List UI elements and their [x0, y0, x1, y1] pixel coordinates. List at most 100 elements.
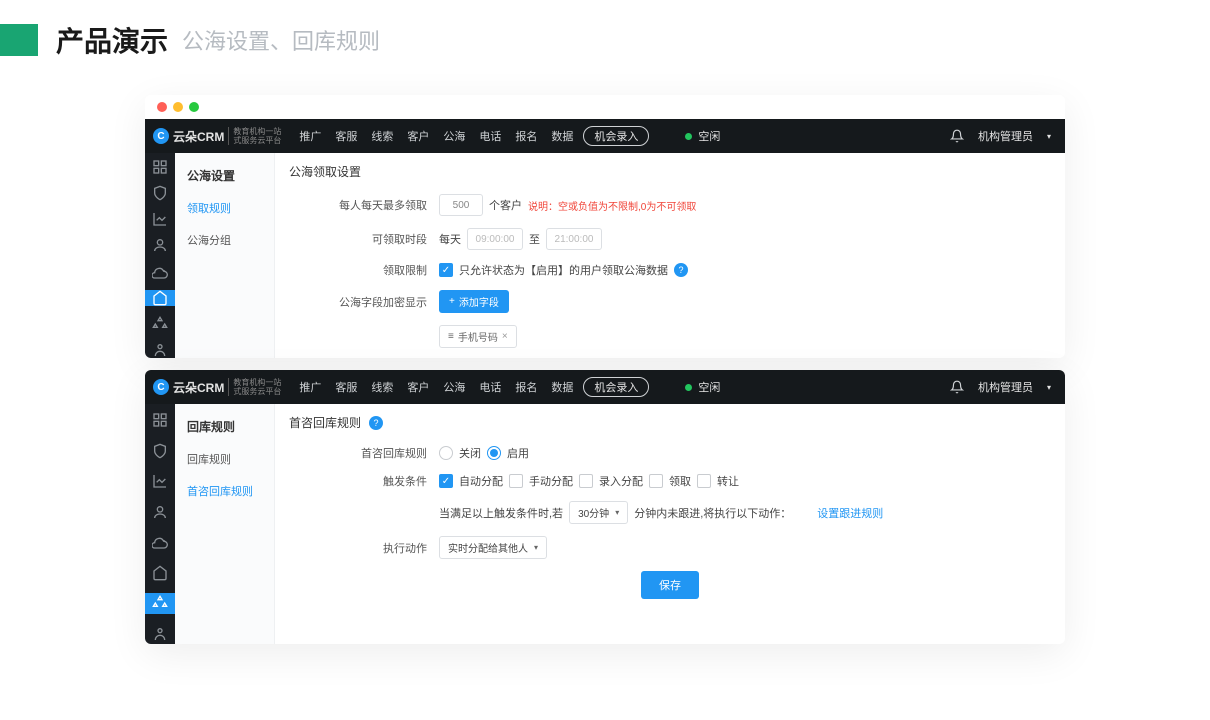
status-dot-icon	[685, 133, 692, 140]
rail2-shield-icon[interactable]	[152, 443, 168, 459]
bell-icon[interactable]	[950, 129, 964, 143]
rail-recycle-icon[interactable]	[152, 316, 168, 332]
link-set-rule[interactable]: 设置跟进规则	[817, 505, 883, 521]
icon-rail-2	[145, 404, 175, 644]
chip-phone: ≡手机号码 ×	[439, 325, 517, 348]
chip-remove-icon[interactable]: ×	[502, 331, 508, 342]
content-title: 公海领取设置	[289, 163, 1051, 180]
user-label[interactable]: 机构管理员	[978, 128, 1033, 144]
checkbox-limit[interactable]: ✓	[439, 263, 453, 277]
side-menu: 公海设置 领取规则 公海分组	[175, 153, 275, 358]
rail-user-icon[interactable]	[152, 237, 168, 253]
nav-item-promo[interactable]: 推广	[299, 128, 321, 144]
select-minutes[interactable]: 30分钟▾	[569, 501, 628, 524]
rail-grid-icon[interactable]	[152, 159, 168, 175]
nav-right: 机构管理员 ▾	[950, 128, 1065, 144]
brand-logo-icon: C	[153, 128, 169, 144]
nav-item-gonghai[interactable]: 公海	[443, 128, 465, 144]
user-label-2[interactable]: 机构管理员	[978, 379, 1033, 395]
label-limit: 领取限制	[289, 262, 439, 278]
chk-manual[interactable]	[509, 474, 523, 488]
minimize-dot[interactable]	[173, 102, 183, 112]
side-item-shouzi[interactable]: 首咨回库规则	[175, 475, 274, 507]
add-field-button[interactable]: +添加字段	[439, 290, 509, 313]
nav-item-phone[interactable]: 电话	[479, 128, 501, 144]
rail-home-icon[interactable]	[152, 290, 168, 306]
select-action[interactable]: 实时分配给其他人▾	[439, 536, 547, 559]
rail-cloud-icon[interactable]	[152, 264, 168, 280]
chk-auto[interactable]: ✓	[439, 474, 453, 488]
chevron-down-icon[interactable]: ▾	[1047, 132, 1051, 141]
radio-off[interactable]	[439, 446, 453, 460]
nav2-item-leads[interactable]: 线索	[371, 379, 393, 395]
side-item-fenzu[interactable]: 公海分组	[175, 224, 274, 256]
page-header: 产品演示 公海设置、回库规则	[0, 0, 1210, 80]
rail-person-icon[interactable]	[152, 342, 168, 358]
nav2-action-button[interactable]: 机会录入	[583, 377, 649, 397]
nav2-item-gonghai[interactable]: 公海	[443, 379, 465, 395]
rail2-cloud-icon[interactable]	[152, 534, 168, 550]
rail2-home-icon[interactable]	[152, 565, 168, 581]
nav-action-button[interactable]: 机会录入	[583, 126, 649, 146]
bell-icon-2[interactable]	[950, 380, 964, 394]
chk-transfer[interactable]	[697, 474, 711, 488]
label-trigger: 触发条件	[289, 473, 439, 489]
nav2-status: 空闲	[685, 379, 720, 395]
status-label: 空闲	[698, 128, 720, 144]
content-panel-2: 首咨回库规则? 首咨回库规则 关闭 启用 触发条件 ✓自动分配 手动分配 录入分…	[275, 404, 1065, 644]
input-max-claim[interactable]	[439, 194, 483, 216]
nav-item-leads[interactable]: 线索	[371, 128, 393, 144]
brand-2[interactable]: C 云朵CRM 教育机构一站式服务云平台	[145, 378, 289, 396]
rail-shield-icon[interactable]	[152, 185, 168, 201]
nav2-right: 机构管理员 ▾	[950, 379, 1065, 395]
page-title: 产品演示	[56, 20, 168, 60]
nav2-item-data[interactable]: 数据	[551, 379, 573, 395]
prefix-daily: 每天	[439, 231, 461, 247]
row-condition-text: 当满足以上触发条件时,若 30分钟▾ 分钟内未跟进,将执行以下动作： 设置跟进规…	[289, 501, 1051, 524]
rail2-recycle-icon[interactable]	[152, 595, 168, 611]
nav2-item-promo[interactable]: 推广	[299, 379, 321, 395]
accent-block	[0, 24, 38, 56]
nav-item-signup[interactable]: 报名	[515, 128, 537, 144]
nav2-item-signup[interactable]: 报名	[515, 379, 537, 395]
nav2-item-service[interactable]: 客服	[335, 379, 357, 395]
side-item-huiku[interactable]: 回库规则	[175, 443, 274, 475]
screenshot-card-gonghai: C 云朵CRM 教育机构一站式服务云平台 推广 客服 线索 客户 公海 电话 报…	[145, 95, 1065, 358]
list-icon: ≡	[448, 331, 454, 342]
brand[interactable]: C 云朵CRM 教育机构一站式服务云平台	[145, 127, 289, 145]
close-dot[interactable]	[157, 102, 167, 112]
rail2-person-icon[interactable]	[152, 626, 168, 642]
rail-chart-icon[interactable]	[152, 211, 168, 227]
nav-items-2: 推广 客服 线索 客户 公海 电话 报名 数据	[299, 379, 573, 395]
nav-item-data[interactable]: 数据	[551, 128, 573, 144]
rail2-user-icon[interactable]	[152, 504, 168, 520]
radio-on[interactable]	[487, 446, 501, 460]
side-menu-title: 公海设置	[175, 159, 274, 192]
input-time-end[interactable]	[546, 228, 602, 250]
nav2-item-customer[interactable]: 客户	[407, 379, 429, 395]
input-time-start[interactable]	[467, 228, 523, 250]
label-max-claim: 每人每天最多领取	[289, 197, 439, 213]
row-encrypt-chips: ≡手机号码 ×	[289, 325, 1051, 348]
label-rule-toggle: 首咨回库规则	[289, 445, 439, 461]
chk-input[interactable]	[579, 474, 593, 488]
chk-claim[interactable]	[649, 474, 663, 488]
row-encrypt: 公海字段加密显示 +添加字段	[289, 290, 1051, 313]
side-menu-title-2: 回库规则	[175, 410, 274, 443]
side-item-lingqu[interactable]: 领取规则	[175, 192, 274, 224]
zoom-dot[interactable]	[189, 102, 199, 112]
save-button[interactable]: 保存	[641, 571, 699, 599]
page-subtitle: 公海设置、回库规则	[182, 24, 380, 56]
nav2-item-phone[interactable]: 电话	[479, 379, 501, 395]
cond-prefix: 当满足以上触发条件时,若	[439, 505, 563, 521]
rail2-chart-icon[interactable]	[152, 473, 168, 489]
nav-item-customer[interactable]: 客户	[407, 128, 429, 144]
chevron-down-icon-2[interactable]: ▾	[1047, 383, 1051, 392]
nav-item-service[interactable]: 客服	[335, 128, 357, 144]
rail2-grid-icon[interactable]	[152, 412, 168, 428]
help-icon[interactable]: ?	[674, 263, 688, 277]
help-icon-2[interactable]: ?	[369, 416, 383, 430]
top-nav: C 云朵CRM 教育机构一站式服务云平台 推广 客服 线索 客户 公海 电话 报…	[145, 119, 1065, 153]
chk-auto-label: 自动分配	[459, 473, 503, 489]
time-mid: 至	[529, 231, 540, 247]
